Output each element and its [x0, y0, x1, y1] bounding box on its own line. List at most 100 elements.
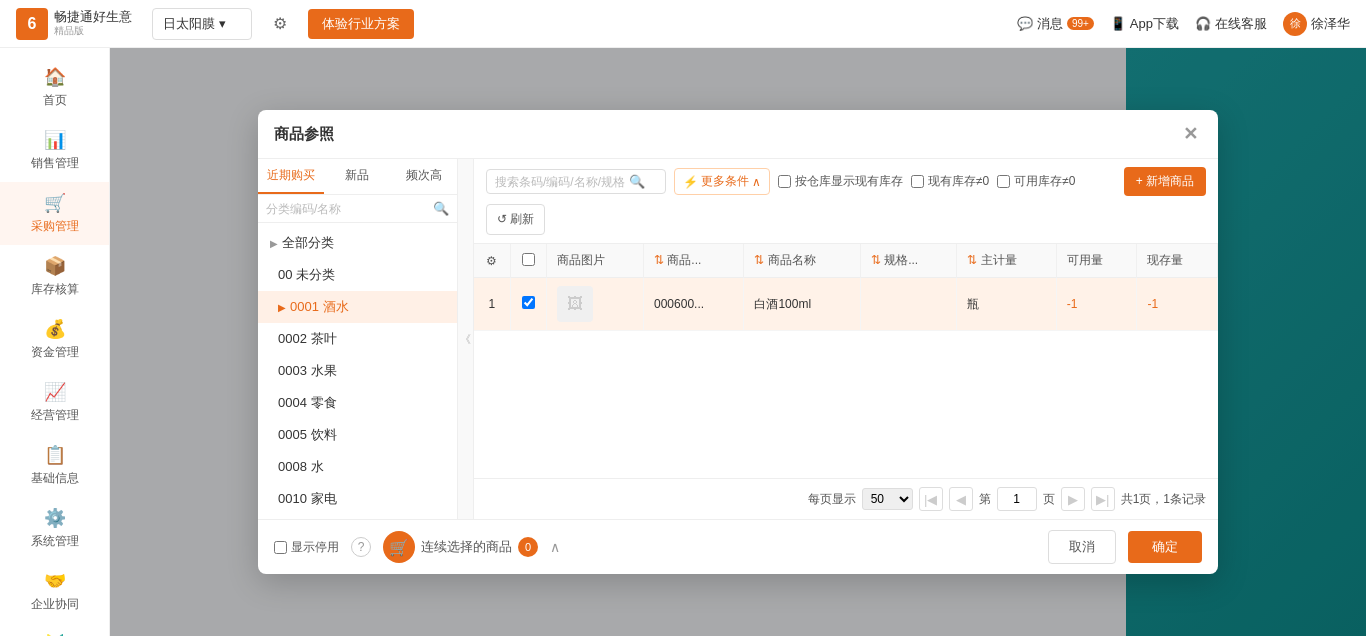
search-icon[interactable]: 🔍: [629, 174, 645, 189]
col-checkbox: [510, 244, 546, 278]
col-unit: ⇅ 主计量: [957, 244, 1056, 278]
user-profile-item[interactable]: 徐 徐泽华: [1283, 12, 1350, 36]
headset-icon: 🎧: [1195, 16, 1211, 31]
cell-name: 白酒100ml: [744, 278, 860, 331]
show-disabled-checkbox-label[interactable]: 显示停用: [274, 539, 339, 556]
sidebar-item-enterprise[interactable]: 🤝 企业协同: [0, 560, 109, 623]
cell-available: -1: [1056, 278, 1137, 331]
sidebar-item-purchase[interactable]: 🛒 采购管理: [0, 182, 109, 245]
cell-unit: 瓶: [957, 278, 1056, 331]
modal-close-button[interactable]: ✕: [1178, 122, 1202, 146]
page-input[interactable]: [997, 487, 1037, 511]
col-code: ⇅ 商品...: [644, 244, 744, 278]
sidebar-item-finance[interactable]: 💰 资金管理: [0, 308, 109, 371]
total-info: 共1页，1条记录: [1121, 491, 1206, 508]
sidebar-item-operations[interactable]: 📈 经营管理: [0, 371, 109, 434]
finance-icon: 💰: [44, 318, 66, 340]
cell-seq: 1: [474, 278, 510, 331]
confirm-btn[interactable]: 确定: [1128, 531, 1202, 563]
page-suffix: 页: [1043, 491, 1055, 508]
phone-icon: 📱: [1110, 16, 1126, 31]
collapse-icon: 《: [460, 332, 471, 347]
expand-arrow: ▶: [270, 238, 278, 249]
toolbar: 🔍 ⚡ 更多条件 ∧ 按仓库显示现有库存: [474, 159, 1218, 244]
logo-text: 畅捷通好生意: [54, 9, 132, 25]
cat-item-water[interactable]: 0008 水: [258, 451, 457, 483]
search-icon[interactable]: 🔍: [433, 201, 449, 216]
product-search-input[interactable]: [495, 175, 625, 189]
cat-item-fruit[interactable]: 0003 水果: [258, 355, 457, 387]
help-icon[interactable]: ?: [351, 537, 371, 557]
add-product-btn[interactable]: + 新增商品: [1124, 167, 1206, 196]
category-search-input[interactable]: [266, 202, 429, 216]
product-table-wrap: ⚙ 商品图片 ⇅ 商品... ⇅: [474, 244, 1218, 478]
sidebar-item-guide[interactable]: 🔰 新手引导: [0, 623, 109, 636]
nav-right: 💬 消息 99+ 📱 App下载 🎧 在线客服 徐 徐泽华: [1017, 12, 1350, 36]
prev-page-btn[interactable]: ◀: [949, 487, 973, 511]
basic-info-icon: 📋: [44, 444, 66, 466]
checkbox-nonzero-stock[interactable]: 现有库存≠0: [911, 173, 989, 190]
system-icon: ⚙️: [44, 507, 66, 529]
cat-item-alcohol[interactable]: ▶ 0001 酒水: [258, 291, 457, 323]
table-header-row: ⚙ 商品图片 ⇅ 商品... ⇅: [474, 244, 1218, 278]
chevron-up-icon: ∧: [752, 175, 761, 189]
tab-frequent[interactable]: 频次高: [391, 159, 457, 194]
nav-btn-orange[interactable]: 体验行业方案: [308, 9, 414, 39]
cat-panel-collapse-btn[interactable]: 《: [458, 159, 474, 519]
select-all-checkbox[interactable]: [522, 253, 535, 266]
col-settings[interactable]: ⚙: [474, 244, 510, 278]
footer-collapse-arrow[interactable]: ∧: [550, 539, 560, 555]
sidebar-item-sales[interactable]: 📊 销售管理: [0, 119, 109, 182]
cat-item-appliance[interactable]: 0010 家电: [258, 483, 457, 515]
sidebar-item-basic-info[interactable]: 📋 基础信息: [0, 434, 109, 497]
sidebar-item-system[interactable]: ⚙️ 系统管理: [0, 497, 109, 560]
cat-item-all[interactable]: ▶ 全部分类: [258, 227, 457, 259]
category-list: ▶ 全部分类 00 未分类 ▶ 0001 酒水 0002 茶: [258, 223, 457, 519]
sidebar-item-inventory[interactable]: 📦 库存核算: [0, 245, 109, 308]
tab-new[interactable]: 新品: [324, 159, 390, 194]
product-image: 🖼: [557, 286, 593, 322]
modal-title: 商品参照: [274, 125, 334, 144]
last-page-btn[interactable]: ▶|: [1091, 487, 1115, 511]
messages-badge: 99+: [1067, 17, 1094, 30]
next-page-btn[interactable]: ▶: [1061, 487, 1085, 511]
col-available: 可用量: [1056, 244, 1137, 278]
inventory-icon: 📦: [44, 255, 66, 277]
refresh-btn[interactable]: ↺ 刷新: [486, 204, 545, 235]
row-checkbox[interactable]: [522, 296, 535, 309]
checkbox-available-nonzero[interactable]: 可用库存≠0: [997, 173, 1075, 190]
cell-checkbox: [510, 278, 546, 331]
footer-cart: 🛒 连续选择的商品 0: [383, 531, 538, 563]
sidebar: 🏠 首页 📊 销售管理 🛒 采购管理 📦 库存核算 💰 资金管理 📈 经营管理 …: [0, 48, 110, 636]
page-label: 第: [979, 491, 991, 508]
first-page-btn[interactable]: |◀: [919, 487, 943, 511]
cat-item-uncategorized[interactable]: 00 未分类: [258, 259, 457, 291]
cat-item-tea[interactable]: 0002 茶叶: [258, 323, 457, 355]
app-download-item[interactable]: 📱 App下载: [1110, 15, 1179, 33]
show-disabled-checkbox[interactable]: [274, 541, 287, 554]
sort-icon-name: ⇅: [754, 253, 764, 267]
top-nav: 6 畅捷通好生意 精品版 日太阳膜 ▾ ⚙ 体验行业方案 💬 消息 99+ 📱 …: [0, 0, 1366, 48]
table-row[interactable]: 1 🖼 000600... 白酒100ml: [474, 278, 1218, 331]
cat-item-beverage[interactable]: 0005 饮料: [258, 419, 457, 451]
message-icon: 💬: [1017, 16, 1033, 31]
col-name: ⇅ 商品名称: [744, 244, 860, 278]
sidebar-item-home[interactable]: 🏠 首页: [0, 56, 109, 119]
gear-icon[interactable]: ⚙: [264, 8, 296, 40]
product-table: ⚙ 商品图片 ⇅ 商品... ⇅: [474, 244, 1218, 331]
sort-icon-spec: ⇅: [871, 253, 881, 267]
purchase-icon: 🛒: [44, 192, 66, 214]
tab-recent[interactable]: 近期购买: [258, 159, 324, 194]
product-search-box: 🔍: [486, 169, 666, 194]
messages-nav-item[interactable]: 💬 消息 99+: [1017, 15, 1094, 33]
nav-dropdown[interactable]: 日太阳膜 ▾: [152, 8, 252, 40]
cart-icon[interactable]: 🛒: [383, 531, 415, 563]
online-service-item[interactable]: 🎧 在线客服: [1195, 15, 1267, 33]
cancel-btn[interactable]: 取消: [1048, 530, 1116, 564]
sort-icon: ⇅: [654, 253, 664, 267]
checkbox-warehouse-stock[interactable]: 按仓库显示现有库存: [778, 173, 903, 190]
filter-btn[interactable]: ⚡ 更多条件 ∧: [674, 168, 770, 195]
cat-item-snack[interactable]: 0004 零食: [258, 387, 457, 419]
page-size-select[interactable]: 50 100 200: [862, 488, 913, 510]
cell-code: 000600...: [644, 278, 744, 331]
